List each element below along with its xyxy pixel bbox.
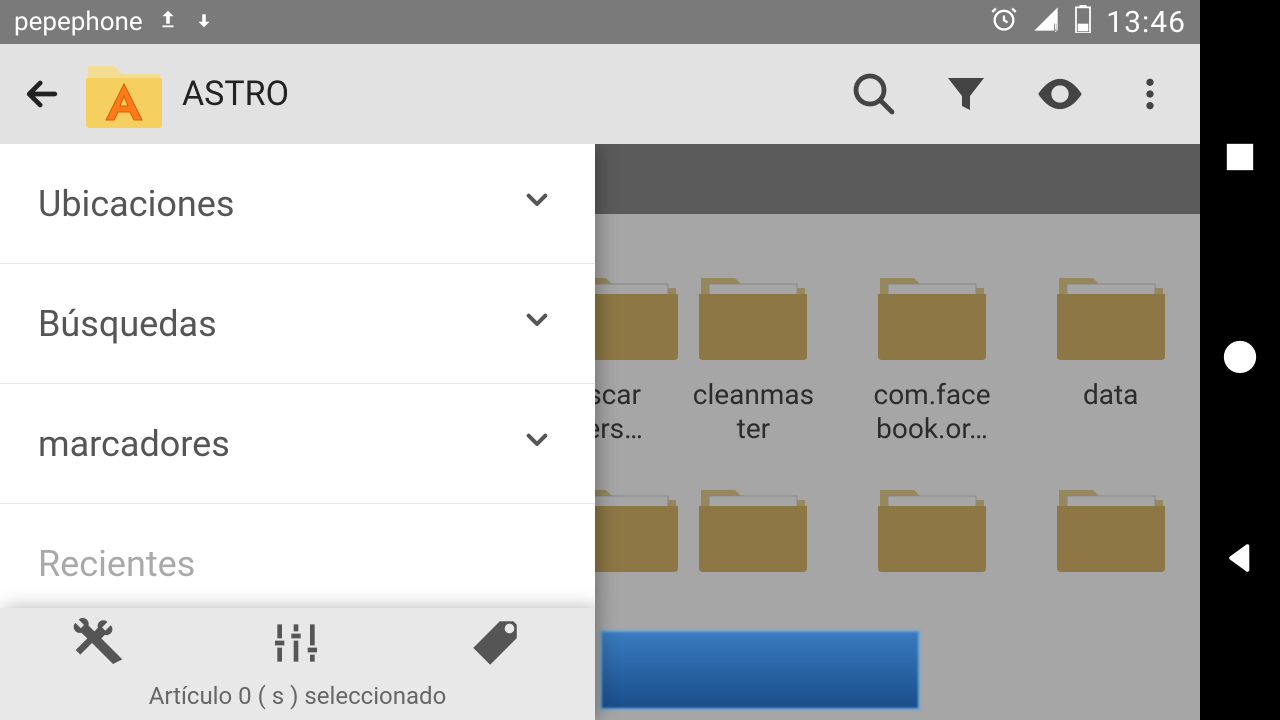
folder-label: cleanmas ter [664,378,843,446]
selection-status: Artículo 0 ( s ) seleccionado [0,682,595,710]
alarm-icon [990,5,1018,40]
nav-home-button[interactable] [1221,338,1259,380]
folder-item[interactable]: data [1021,264,1200,446]
chevron-down-icon [517,179,557,228]
drawer-item-searches[interactable]: Búsquedas [0,264,595,384]
chevron-down-icon [517,419,557,468]
clock-label: 13:46 [1106,5,1186,40]
navigation-drawer: Ubicaciones Búsquedas marcadores Recient… [0,144,595,608]
folder-item[interactable] [1021,476,1200,590]
download-icon [193,7,215,37]
back-button[interactable] [12,64,72,124]
drawer-item-label: Recientes [38,543,195,585]
filter-button[interactable] [942,70,990,118]
carrier-label: pepephone [14,7,143,37]
app-title: ASTRO [182,74,289,114]
system-nav-bar [1200,0,1280,720]
drawer-item-label: Búsquedas [38,303,217,345]
search-button[interactable] [850,70,898,118]
drawer-item-label: Ubicaciones [38,183,234,225]
drawer-item-label: marcadores [38,423,230,465]
folder-label: data [1021,378,1200,446]
tools-button[interactable] [71,615,127,675]
nav-recent-button[interactable] [1223,140,1257,178]
settings-sliders-button[interactable] [268,615,324,675]
nav-back-button[interactable] [1222,540,1258,580]
folder-item[interactable] [843,476,1022,590]
drawer-item-recents[interactable]: Recientes [0,504,595,608]
view-button[interactable] [1034,68,1086,120]
status-bar: pepephone ! 13:46 [0,0,1200,44]
signal-icon: ! [1032,5,1060,40]
app-bar: ASTRO [0,44,1200,144]
overflow-menu-button[interactable] [1130,70,1170,118]
folder-label: com.face book.or… [843,378,1022,446]
battery-icon [1074,5,1092,40]
chevron-down-icon [517,299,557,348]
drawer-item-bookmarks[interactable]: marcadores [0,384,595,504]
folder-item[interactable]: cleanmas ter [664,264,843,446]
bottom-toolbar: Artículo 0 ( s ) seleccionado [0,608,595,720]
ad-banner[interactable] [600,630,920,710]
drawer-item-locations[interactable]: Ubicaciones [0,144,595,264]
tag-button[interactable] [466,614,524,676]
folder-item[interactable]: com.face book.or… [843,264,1022,446]
app-logo-icon [82,56,166,132]
folder-item[interactable] [664,476,843,590]
svg-text:!: ! [1054,20,1057,32]
upload-icon [157,7,179,37]
